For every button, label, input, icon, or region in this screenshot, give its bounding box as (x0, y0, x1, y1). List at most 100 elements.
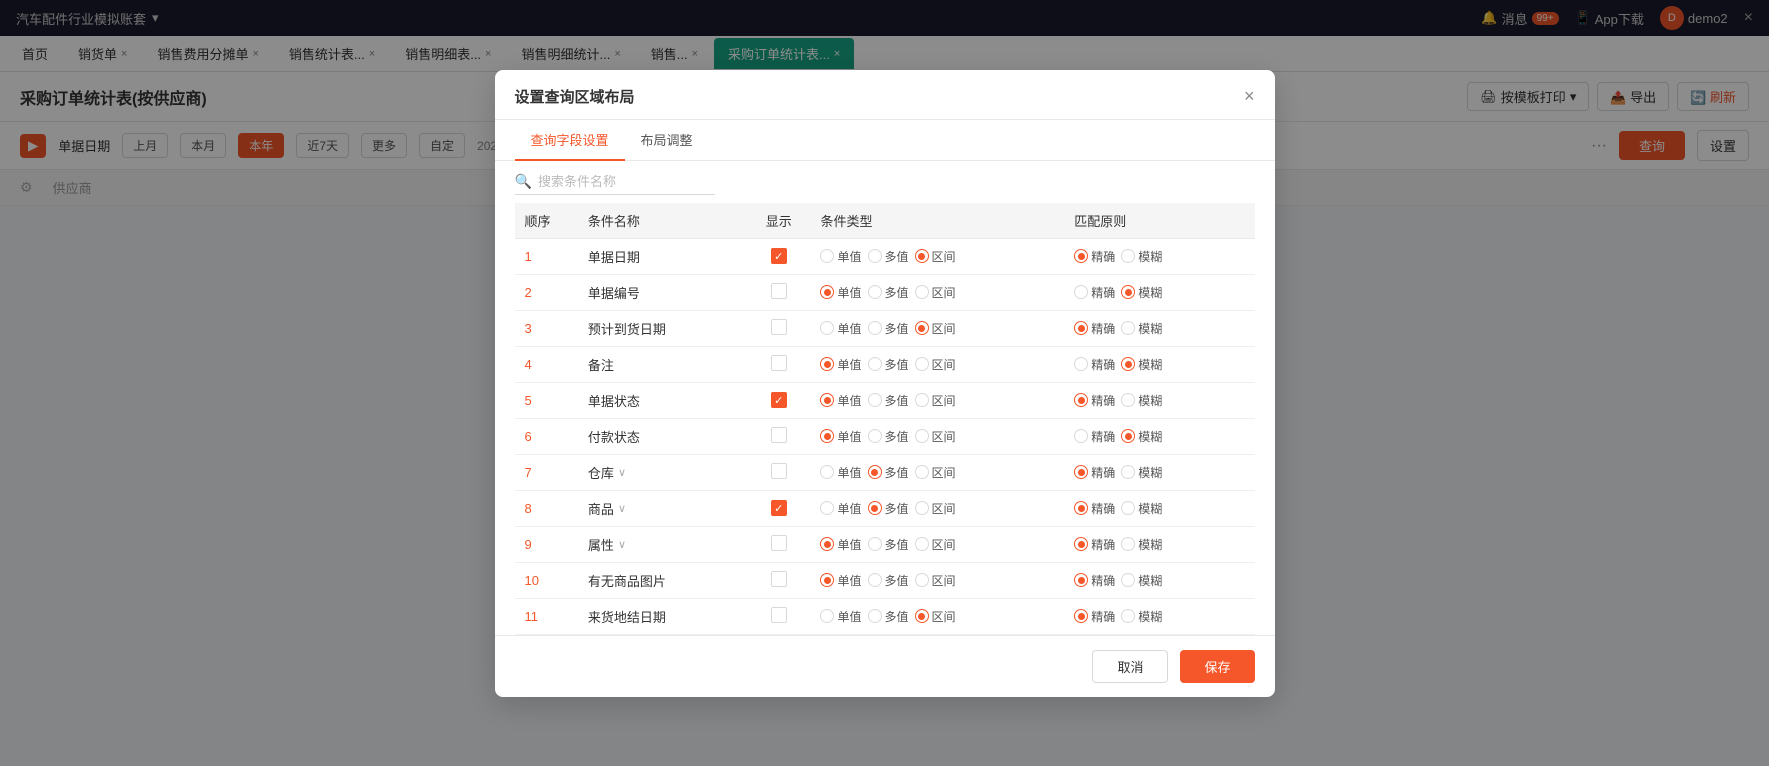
match-radio-group: 精确 模糊 (1074, 464, 1244, 481)
match-radio-精确[interactable]: 精确 (1074, 536, 1115, 553)
col-cond-name: 条件名称 (578, 203, 747, 239)
type-radio-多值[interactable]: 多值 (868, 464, 909, 481)
match-radio-模糊[interactable]: 模糊 (1121, 536, 1162, 553)
match-radio-模糊[interactable]: 模糊 (1121, 356, 1162, 373)
modal-tab-layout-adjust[interactable]: 布局调整 (625, 120, 709, 161)
type-radio-区间[interactable]: 区间 (915, 572, 956, 589)
row-order: 3 (525, 321, 532, 336)
save-button[interactable]: 保存 (1180, 650, 1254, 683)
match-radio-精确[interactable]: 精确 (1074, 428, 1115, 445)
type-radio-区间[interactable]: 区间 (915, 464, 956, 481)
modal-dialog: 设置查询区域布局 × 查询字段设置 布局调整 🔍 顺序 (495, 70, 1275, 697)
match-radio-精确[interactable]: 精确 (1074, 320, 1115, 337)
match-radio-模糊[interactable]: 模糊 (1121, 320, 1162, 337)
row-order: 10 (525, 573, 539, 588)
type-radio-区间[interactable]: 区间 (915, 500, 956, 517)
match-radio-精确[interactable]: 精确 (1074, 608, 1115, 625)
match-radio-精确[interactable]: 精确 (1074, 464, 1115, 481)
match-radio-模糊[interactable]: 模糊 (1121, 428, 1162, 445)
type-radio-多值[interactable]: 多值 (868, 356, 909, 373)
type-radio-区间[interactable]: 区间 (915, 536, 956, 553)
col-cond-type: 条件类型 (810, 203, 1064, 239)
type-radio-单值[interactable]: 单值 (820, 284, 861, 301)
type-radio-多值[interactable]: 多值 (868, 320, 909, 337)
type-radio-多值[interactable]: 多值 (868, 428, 909, 445)
type-radio-多值[interactable]: 多值 (868, 284, 909, 301)
type-radio-区间[interactable]: 区间 (915, 392, 956, 409)
type-radio-区间[interactable]: 区间 (915, 248, 956, 265)
type-radio-group: 单值 多值 区间 (820, 284, 1054, 301)
display-checkbox-2[interactable] (771, 319, 787, 335)
display-checkbox-8[interactable] (771, 535, 787, 551)
modal-search-area: 🔍 (495, 161, 1275, 203)
display-checkbox-0[interactable] (771, 248, 787, 264)
type-radio-group: 单值 多值 区间 (820, 320, 1054, 337)
type-radio-区间[interactable]: 区间 (915, 428, 956, 445)
match-radio-group: 精确 模糊 (1074, 356, 1244, 373)
row-order: 9 (525, 537, 532, 552)
match-radio-group: 精确 模糊 (1074, 536, 1244, 553)
type-radio-单值[interactable]: 单值 (820, 320, 861, 337)
type-radio-区间[interactable]: 区间 (915, 284, 956, 301)
modal-tabs: 查询字段设置 布局调整 (495, 120, 1275, 161)
display-checkbox-4[interactable] (771, 392, 787, 408)
modal-close-button[interactable]: × (1244, 86, 1255, 107)
type-radio-单值[interactable]: 单值 (820, 536, 861, 553)
match-radio-模糊[interactable]: 模糊 (1121, 284, 1162, 301)
type-radio-单值[interactable]: 单值 (820, 248, 861, 265)
display-checkbox-3[interactable] (771, 355, 787, 371)
type-radio-单值[interactable]: 单值 (820, 392, 861, 409)
search-wrapper: 🔍 (515, 173, 715, 195)
condition-arrow: ∨ (618, 538, 626, 551)
match-radio-模糊[interactable]: 模糊 (1121, 392, 1162, 409)
type-radio-多值[interactable]: 多值 (868, 248, 909, 265)
type-radio-多值[interactable]: 多值 (868, 608, 909, 625)
display-checkbox-6[interactable] (771, 463, 787, 479)
table-row: 3 预计到货日期 单值 多值 区间 精确 模糊 (515, 310, 1255, 346)
table-row: 5 单据状态 单值 多值 区间 精确 模糊 (515, 382, 1255, 418)
match-radio-精确[interactable]: 精确 (1074, 284, 1115, 301)
match-radio-精确[interactable]: 精确 (1074, 572, 1115, 589)
type-radio-单值[interactable]: 单值 (820, 500, 861, 517)
type-radio-单值[interactable]: 单值 (820, 572, 861, 589)
type-radio-区间[interactable]: 区间 (915, 608, 956, 625)
display-checkbox-9[interactable] (771, 571, 787, 587)
search-input[interactable] (538, 174, 698, 189)
type-radio-group: 单值 多值 区间 (820, 392, 1054, 409)
match-radio-模糊[interactable]: 模糊 (1121, 248, 1162, 265)
modal-table: 顺序 条件名称 显示 条件类型 匹配原则 1 单据日期 单值 (495, 203, 1275, 635)
match-radio-精确[interactable]: 精确 (1074, 500, 1115, 517)
display-checkbox-5[interactable] (771, 427, 787, 443)
condition-name: 属性 ∨ (588, 535, 737, 554)
display-checkbox-1[interactable] (771, 283, 787, 299)
type-radio-区间[interactable]: 区间 (915, 356, 956, 373)
type-radio-单值[interactable]: 单值 (820, 356, 861, 373)
match-radio-精确[interactable]: 精确 (1074, 392, 1115, 409)
type-radio-多值[interactable]: 多值 (868, 392, 909, 409)
display-checkbox-10[interactable] (771, 607, 787, 623)
modal-tab-field-settings[interactable]: 查询字段设置 (515, 120, 625, 161)
row-order: 1 (525, 249, 532, 264)
match-radio-精确[interactable]: 精确 (1074, 356, 1115, 373)
type-radio-单值[interactable]: 单值 (820, 608, 861, 625)
table-row: 9 属性 ∨ 单值 多值 区间 精确 模糊 (515, 526, 1255, 562)
type-radio-区间[interactable]: 区间 (915, 320, 956, 337)
match-radio-group: 精确 模糊 (1074, 392, 1244, 409)
match-radio-模糊[interactable]: 模糊 (1121, 572, 1162, 589)
match-radio-模糊[interactable]: 模糊 (1121, 500, 1162, 517)
type-radio-单值[interactable]: 单值 (820, 464, 861, 481)
row-order: 8 (525, 501, 532, 516)
match-radio-模糊[interactable]: 模糊 (1121, 608, 1162, 625)
condition-name: 商品 ∨ (588, 499, 737, 518)
match-radio-精确[interactable]: 精确 (1074, 248, 1115, 265)
display-checkbox-7[interactable] (771, 500, 787, 516)
table-row: 7 仓库 ∨ 单值 多值 区间 精确 模糊 (515, 454, 1255, 490)
match-radio-group: 精确 模糊 (1074, 248, 1244, 265)
match-radio-模糊[interactable]: 模糊 (1121, 464, 1162, 481)
type-radio-多值[interactable]: 多值 (868, 500, 909, 517)
type-radio-多值[interactable]: 多值 (868, 572, 909, 589)
type-radio-多值[interactable]: 多值 (868, 536, 909, 553)
condition-name: 单据状态 (588, 391, 737, 410)
type-radio-单值[interactable]: 单值 (820, 428, 861, 445)
cancel-button[interactable]: 取消 (1092, 650, 1168, 683)
